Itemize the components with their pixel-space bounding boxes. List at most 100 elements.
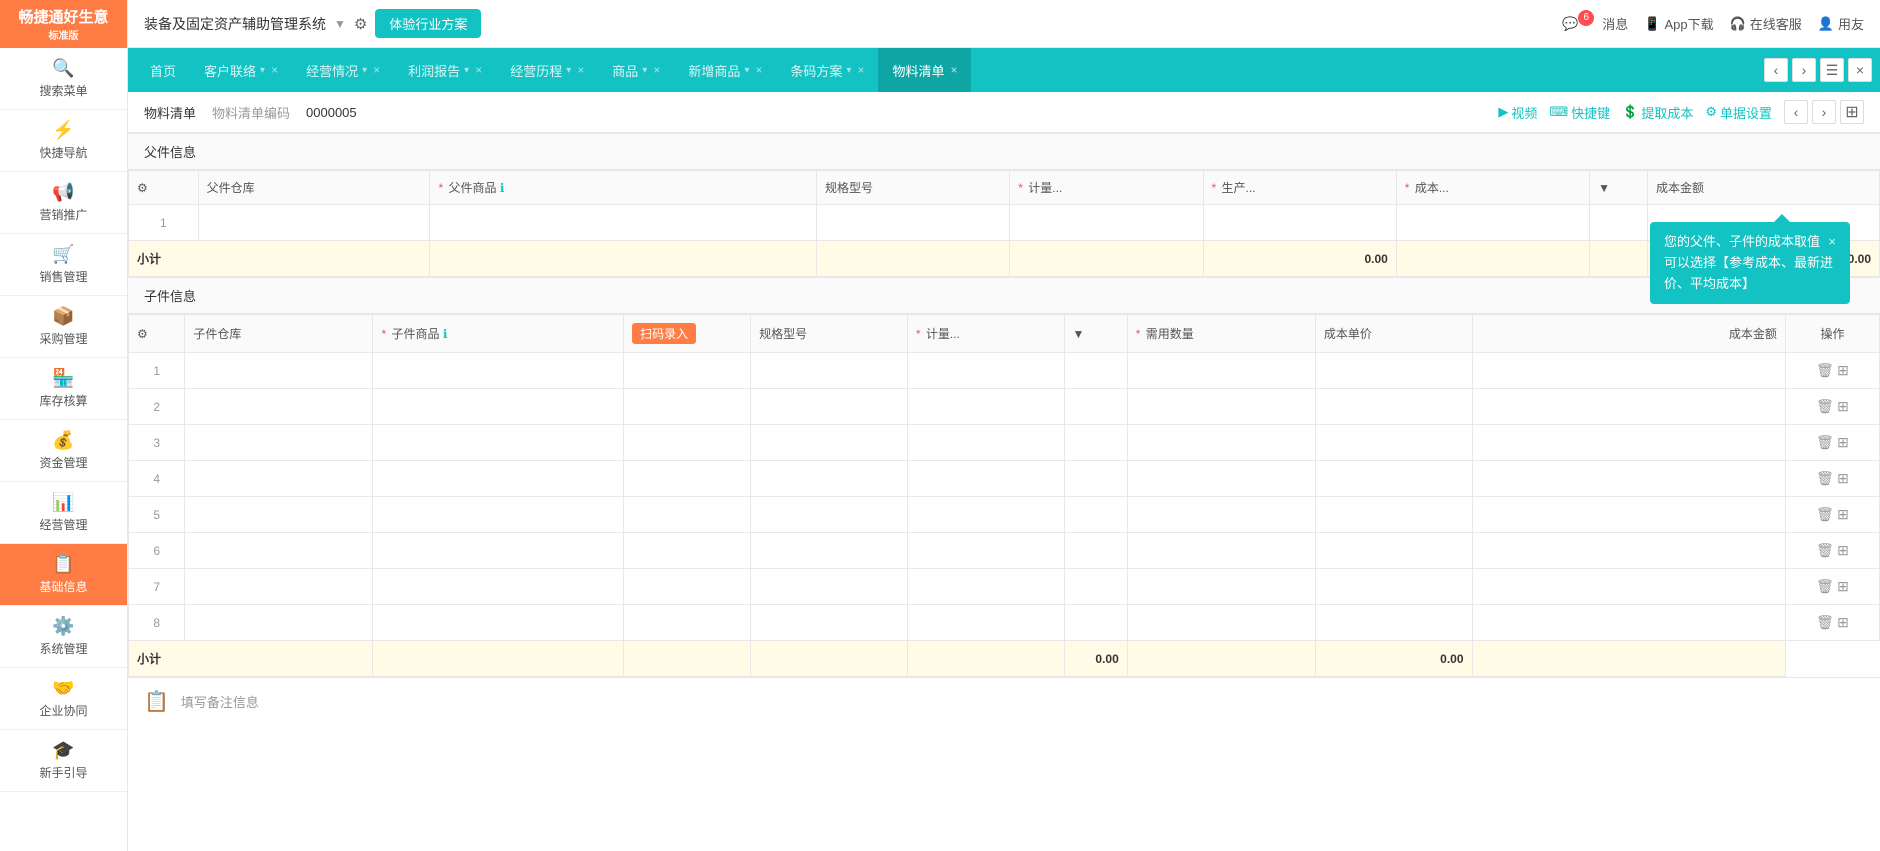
child-unit-cost-1[interactable] [1315,353,1472,389]
info-icon-child[interactable]: ℹ [443,327,448,341]
parent-goods-1[interactable] [430,205,817,241]
child-unit-cost-8[interactable] [1315,605,1472,641]
online-service-btn[interactable]: 🎧 在线客服 [1730,14,1802,33]
nav-next-btn[interactable]: › [1792,58,1816,82]
sidebar-item-sales[interactable]: 🛒 销售管理 [0,234,127,296]
child-unit-7[interactable] [907,569,1064,605]
tab-business-status[interactable]: 经营情况 ▾ × [292,48,394,92]
child-quantity-5[interactable] [1127,497,1315,533]
child-unit-8[interactable] [907,605,1064,641]
sidebar-item-finance[interactable]: 💰 资金管理 [0,420,127,482]
user-btn[interactable]: 👤 用友 [1818,14,1864,33]
sidebar-item-system[interactable]: ⚙️ 系统管理 [0,606,127,668]
child-spec-7[interactable] [751,569,908,605]
app-download-btn[interactable]: 📱 App下载 [1644,14,1713,33]
child-warehouse-4[interactable] [185,461,373,497]
tab-bom-close-icon[interactable]: × [950,64,957,76]
gear-settings-icon[interactable]: ⚙ [354,15,367,33]
child-cost-amount-7[interactable] [1472,569,1785,605]
child-quantity-2[interactable] [1127,389,1315,425]
child-scan-2[interactable] [624,389,751,425]
parent-col-settings[interactable]: ⚙ [129,171,199,205]
child-cost-amount-8[interactable] [1472,605,1785,641]
child-scan-3[interactable] [624,425,751,461]
child-unit-3[interactable] [907,425,1064,461]
sheet-prev-btn[interactable]: ‹ [1784,100,1808,124]
sidebar-item-quicknav[interactable]: ⚡ 快捷导航 [0,110,127,172]
parent-unit-1[interactable] [1010,205,1203,241]
view-action[interactable]: ▶ 视频 [1498,103,1537,122]
child-unit-2[interactable] [907,389,1064,425]
child-spec-5[interactable] [751,497,908,533]
sidebar-item-marketing[interactable]: 📢 营销推广 [0,172,127,234]
child-cost-amount-6[interactable] [1472,533,1785,569]
copy-icon-1[interactable]: ⊞ [1837,362,1849,378]
child-unit-4[interactable] [907,461,1064,497]
child-col-settings[interactable]: ⚙ [129,315,185,353]
delete-icon-7[interactable]: 🗑 [1816,578,1834,594]
sheet-next-btn[interactable]: › [1812,100,1836,124]
parent-spec-1[interactable] [817,205,1010,241]
cost-action[interactable]: 💲 提取成本 [1622,103,1693,122]
copy-icon-6[interactable]: ⊞ [1837,542,1849,558]
parent-warehouse-1[interactable] [198,205,430,241]
child-scan-5[interactable] [624,497,751,533]
child-warehouse-2[interactable] [185,389,373,425]
child-goods-6[interactable] [373,533,624,569]
child-unit-cost-5[interactable] [1315,497,1472,533]
child-warehouse-1[interactable] [185,353,373,389]
copy-icon-5[interactable]: ⊞ [1837,506,1849,522]
child-quantity-1[interactable] [1127,353,1315,389]
shortcut-action[interactable]: ⌨ 快捷键 [1549,103,1610,122]
delete-icon-6[interactable]: 🗑 [1816,542,1834,558]
note-icon[interactable]: 📋 [144,689,169,714]
child-cost-amount-3[interactable] [1472,425,1785,461]
child-spec-2[interactable] [751,389,908,425]
nav-close-btn[interactable]: × [1848,58,1872,82]
copy-icon-4[interactable]: ⊞ [1837,470,1849,486]
tab-history[interactable]: 经营历程 ▾ × [496,48,598,92]
child-cost-amount-2[interactable] [1472,389,1785,425]
tab-goods-close-icon[interactable]: × [653,64,660,76]
child-warehouse-3[interactable] [185,425,373,461]
delete-icon-2[interactable]: 🗑 [1816,398,1834,414]
child-quantity-3[interactable] [1127,425,1315,461]
tab-profit[interactable]: 利润报告 ▾ × [394,48,496,92]
child-warehouse-8[interactable] [185,605,373,641]
child-goods-7[interactable] [373,569,624,605]
child-unit-6[interactable] [907,533,1064,569]
info-icon[interactable]: ℹ [500,181,505,195]
child-unit-cost-2[interactable] [1315,389,1472,425]
child-unit-cost-6[interactable] [1315,533,1472,569]
tab-goods[interactable]: 商品 ▾ × [598,48,674,92]
tab-bom[interactable]: 物料清单 × [878,48,971,92]
child-scan-6[interactable] [624,533,751,569]
child-cost-amount-4[interactable] [1472,461,1785,497]
child-warehouse-5[interactable] [185,497,373,533]
child-scan-4[interactable] [624,461,751,497]
tab-new-goods[interactable]: 新增商品 ▾ × [674,48,776,92]
sidebar-item-purchase[interactable]: 📦 采购管理 [0,296,127,358]
child-scan-7[interactable] [624,569,751,605]
child-warehouse-7[interactable] [185,569,373,605]
sidebar-item-enterprise[interactable]: 🤝 企业协同 [0,668,127,730]
tab-barcode-close-icon[interactable]: × [857,64,864,76]
copy-icon-3[interactable]: ⊞ [1837,434,1849,450]
child-warehouse-6[interactable] [185,533,373,569]
child-unit-cost-7[interactable] [1315,569,1472,605]
delete-icon-5[interactable]: 🗑 [1816,506,1834,522]
nav-prev-btn[interactable]: ‹ [1764,58,1788,82]
child-cost-amount-5[interactable] [1472,497,1785,533]
child-goods-8[interactable] [373,605,624,641]
child-scan-8[interactable] [624,605,751,641]
child-quantity-4[interactable] [1127,461,1315,497]
sidebar-item-inventory[interactable]: 🏪 库存核算 [0,358,127,420]
child-scan-1[interactable] [624,353,751,389]
tab-new-goods-close-icon[interactable]: × [755,64,762,76]
child-spec-3[interactable] [751,425,908,461]
copy-icon-8[interactable]: ⊞ [1837,614,1849,630]
parent-cost-1[interactable] [1396,205,1589,241]
tab-history-close-icon[interactable]: × [577,64,584,76]
child-cost-amount-1[interactable] [1472,353,1785,389]
sidebar-item-basic[interactable]: 📋 基础信息 [0,544,127,606]
